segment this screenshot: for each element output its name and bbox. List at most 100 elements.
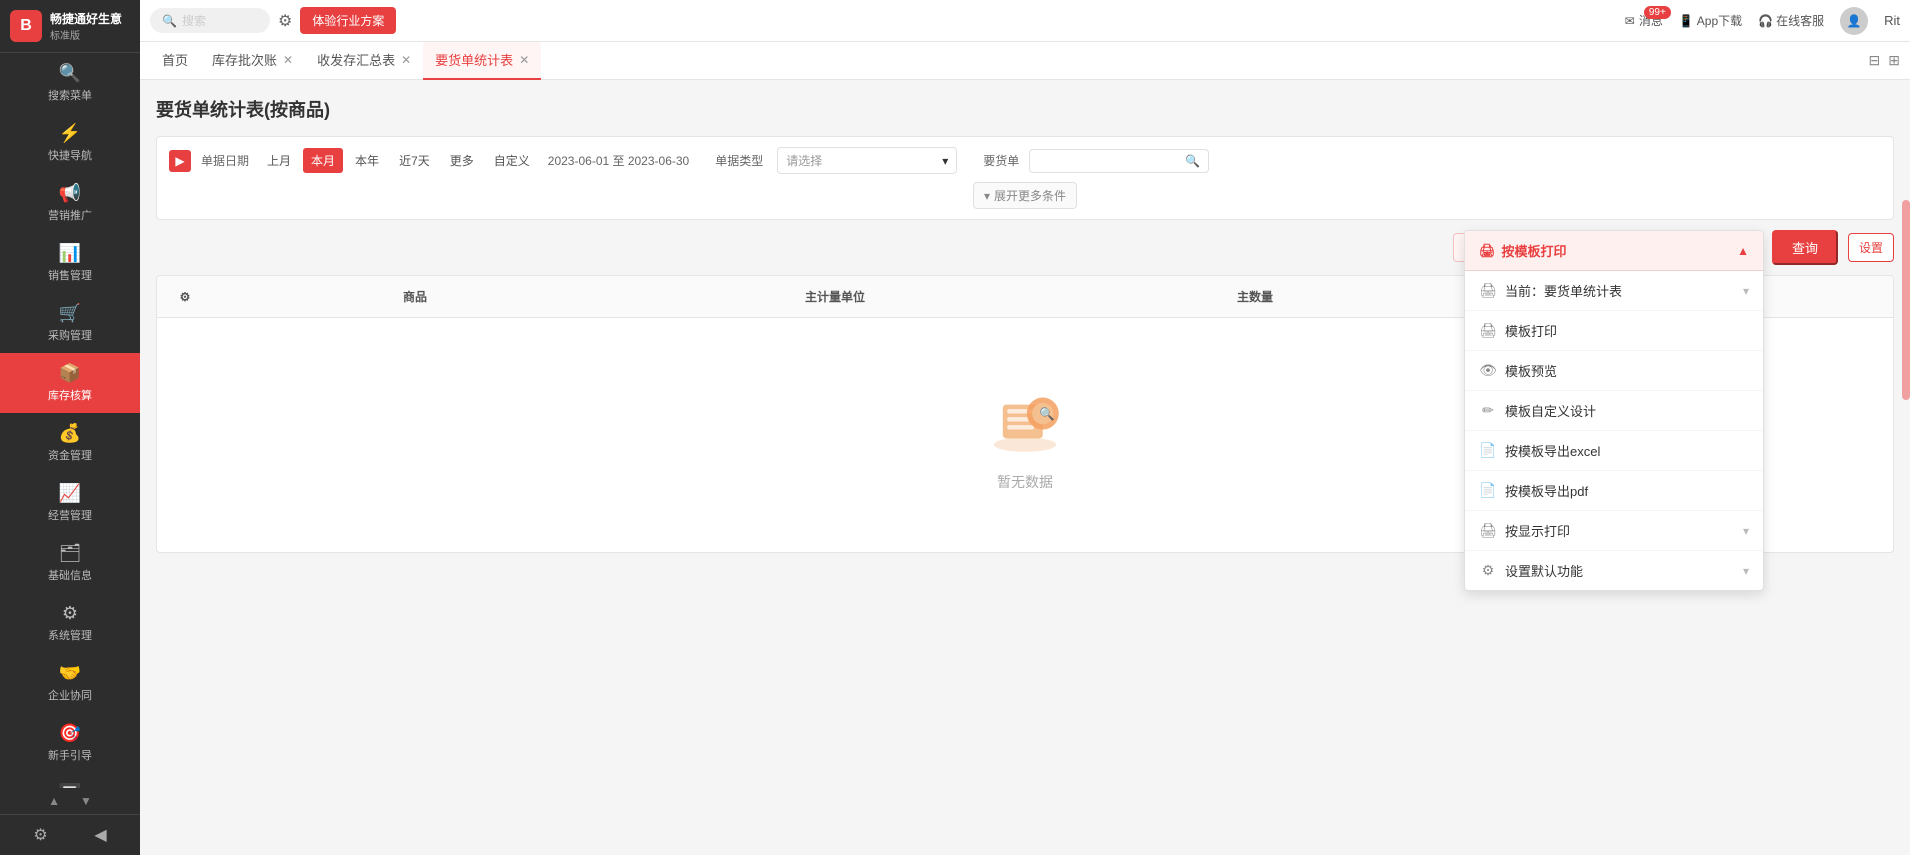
print-dropdown: 🖨 按模板打印 ▲ 🖨 当前：要货单统计表 ▾ 🖨 模板打印 �: [1464, 230, 1764, 591]
template-pdf-icon: 📄: [1479, 482, 1497, 499]
page-content: 要货单统计表(按商品) ▶ 单据日期 上月 本月 本年 近7天 更多 自定义 2…: [140, 80, 1910, 855]
sidebar-item-enterprise[interactable]: 🤝 企业协同: [0, 653, 140, 713]
goods-input[interactable]: 🔍: [1029, 149, 1209, 173]
type-select[interactable]: 请选择 ▾: [777, 147, 957, 174]
trial-button[interactable]: 体验行业方案: [300, 7, 396, 34]
online-service-button[interactable]: 🎧 在线客服: [1758, 12, 1824, 29]
settings-icon[interactable]: ⚙: [33, 825, 47, 845]
tab-receipt-summary[interactable]: 收发存汇总表 ✕: [305, 42, 423, 80]
expand-btn[interactable]: ▾ 展开更多条件: [973, 182, 1077, 209]
date-btn-custom[interactable]: 自定义: [486, 148, 538, 173]
message-icon: ✉: [1625, 14, 1635, 28]
sidebar: B 畅捷通好生意 标准版 🔍 搜索菜单 ⚡ 快捷导航 📢 营销推广 📊 销售管理…: [0, 0, 140, 855]
date-label: 单据日期: [201, 152, 249, 169]
tab-home[interactable]: 首页: [150, 42, 200, 80]
app-download-button[interactable]: 📱 App下载: [1679, 12, 1742, 29]
sidebar-item-basics[interactable]: 🗂 基础信息: [0, 533, 140, 593]
date-options: 上月 本月 本年 近7天 更多 自定义: [259, 148, 538, 173]
tab-inventory-batch[interactable]: 库存批次账 ✕: [200, 42, 305, 80]
tabbar: 首页 库存批次账 ✕ 收发存汇总表 ✕ 要货单统计表 ✕ ⊟ ⊞: [140, 42, 1910, 80]
sidebar-footer: ⚙ ◀: [0, 814, 140, 855]
query-button[interactable]: 查询: [1772, 230, 1838, 265]
avatar[interactable]: 👤: [1840, 7, 1868, 35]
sidebar-item-search-menu[interactable]: 🔍 搜索菜单: [0, 53, 140, 113]
system-icon: ⚙: [62, 603, 78, 624]
purchase-icon: 🛒: [59, 303, 81, 324]
empty-text: 暂无数据: [997, 472, 1053, 492]
table-col-checkbox[interactable]: ⚙: [165, 282, 205, 312]
table-col-goods: 商品: [205, 280, 625, 313]
logo-text: 畅捷通好生意 标准版: [50, 10, 122, 42]
date-btn-7days[interactable]: 近7天: [391, 148, 438, 173]
sidebar-item-purchase[interactable]: 🛒 采购管理: [0, 293, 140, 353]
empty-state-illustration: 🔍: [980, 378, 1070, 458]
sidebar-scroll-down[interactable]: ▼: [80, 794, 92, 808]
print-icon: 🖨: [1479, 243, 1496, 259]
sidebar-item-sales[interactable]: 📊 销售管理: [0, 233, 140, 293]
dropdown-display-print[interactable]: 🖨 按显示打印 ▾: [1465, 511, 1763, 551]
filter-row-date: ▶ 单据日期 上月 本月 本年 近7天 更多 自定义 2023-06-01 至 …: [169, 147, 1881, 174]
dropdown-title: 🖨 按模板打印: [1479, 241, 1567, 260]
dropdown-current[interactable]: 🖨 当前：要货单统计表 ▾: [1465, 271, 1763, 311]
topbar-search[interactable]: 🔍 搜索: [150, 8, 270, 33]
goods-label: 要货单: [983, 152, 1019, 169]
tab-close-inventory-batch[interactable]: ✕: [283, 53, 293, 67]
search-icon: 🔍: [162, 14, 177, 28]
dropdown-item-template-excel[interactable]: 📄 按模板导出excel: [1465, 431, 1763, 471]
username: Rit: [1884, 13, 1900, 28]
dropdown-item-template-pdf[interactable]: 📄 按模板导出pdf: [1465, 471, 1763, 511]
enterprise-icon: 🤝: [59, 663, 81, 684]
guide-icon: 🎯: [59, 723, 81, 744]
sidebar-item-app-center[interactable]: 🔲 应用中心: [0, 773, 140, 788]
messages-badge: 99+: [1644, 6, 1671, 19]
date-btn-this-month[interactable]: 本月: [303, 148, 343, 173]
template-preview-icon: 👁: [1479, 362, 1497, 379]
dropdown-header: 🖨 按模板打印 ▲: [1465, 231, 1763, 271]
sidebar-item-marketing[interactable]: 📢 营销推广: [0, 173, 140, 233]
table-col-unit: 主计量单位: [625, 280, 1045, 313]
sidebar-item-operation[interactable]: 📈 经营管理: [0, 473, 140, 533]
date-range: 2023-06-01 至 2023-06-30: [548, 152, 689, 169]
right-scrollbar[interactable]: [1902, 200, 1910, 400]
date-btn-this-year[interactable]: 本年: [347, 148, 387, 173]
topbar: 🔍 搜索 ⚙ 体验行业方案 ✉ 消息 99+ 📱 App下载 🎧 在线客服 👤: [140, 0, 1910, 42]
template-print-icon: 🖨: [1479, 322, 1497, 339]
settings-button[interactable]: 设置: [1848, 233, 1894, 262]
messages-button[interactable]: ✉ 消息 99+: [1625, 12, 1663, 29]
dropdown-item-template-custom[interactable]: ✏ 模板自定义设计: [1465, 391, 1763, 431]
dropdown-item-template-print[interactable]: 🖨 模板打印: [1465, 311, 1763, 351]
sidebar-item-inventory[interactable]: 📦 库存核算: [0, 353, 140, 413]
sidebar-item-guide[interactable]: 🎯 新手引导: [0, 713, 140, 773]
sidebar-logo: B 畅捷通好生意 标准版: [0, 0, 140, 53]
sidebar-item-quick-nav[interactable]: ⚡ 快捷导航: [0, 113, 140, 173]
settings-col-icon: ⚙: [180, 290, 191, 304]
collapse-icon[interactable]: ◀: [94, 825, 106, 845]
tab-close-receipt-summary[interactable]: ✕: [401, 53, 411, 67]
tab-maximize-icon[interactable]: ⊞: [1888, 52, 1900, 69]
logo-icon: B: [10, 10, 42, 42]
tab-order-stats[interactable]: 要货单统计表 ✕: [423, 42, 541, 80]
sidebar-scroll-up[interactable]: ▲: [48, 794, 60, 808]
tab-resize-controls: ⊟ ⊞: [1869, 52, 1900, 69]
marketing-icon: 📢: [59, 183, 81, 204]
sidebar-item-system[interactable]: ⚙ 系统管理: [0, 593, 140, 653]
expand-down-icon: ▾: [984, 189, 990, 203]
filter-expand-row: ▾ 展开更多条件: [169, 182, 1881, 209]
filter-expand-icon[interactable]: ▶: [169, 150, 191, 172]
date-btn-last-month[interactable]: 上月: [259, 148, 299, 173]
topbar-left: 🔍 搜索 ⚙ 体验行业方案: [150, 7, 396, 34]
dropdown-set-default[interactable]: ⚙ 设置默认功能 ▾: [1465, 551, 1763, 590]
select-chevron-icon: ▾: [942, 154, 948, 168]
tab-minimize-icon[interactable]: ⊟: [1869, 52, 1881, 69]
date-btn-more[interactable]: 更多: [442, 148, 482, 173]
set-default-icon: ⚙: [1479, 562, 1497, 579]
sidebar-item-finance[interactable]: 💰 资金管理: [0, 413, 140, 473]
tab-close-order-stats[interactable]: ✕: [519, 53, 529, 67]
current-icon: 🖨: [1479, 282, 1497, 299]
finance-icon: 💰: [59, 423, 81, 444]
service-icon: 🎧: [1758, 14, 1773, 28]
app-icon: 📱: [1679, 14, 1694, 28]
template-excel-icon: 📄: [1479, 442, 1497, 459]
gear-icon[interactable]: ⚙: [278, 11, 292, 31]
dropdown-item-template-preview[interactable]: 👁 模板预览: [1465, 351, 1763, 391]
